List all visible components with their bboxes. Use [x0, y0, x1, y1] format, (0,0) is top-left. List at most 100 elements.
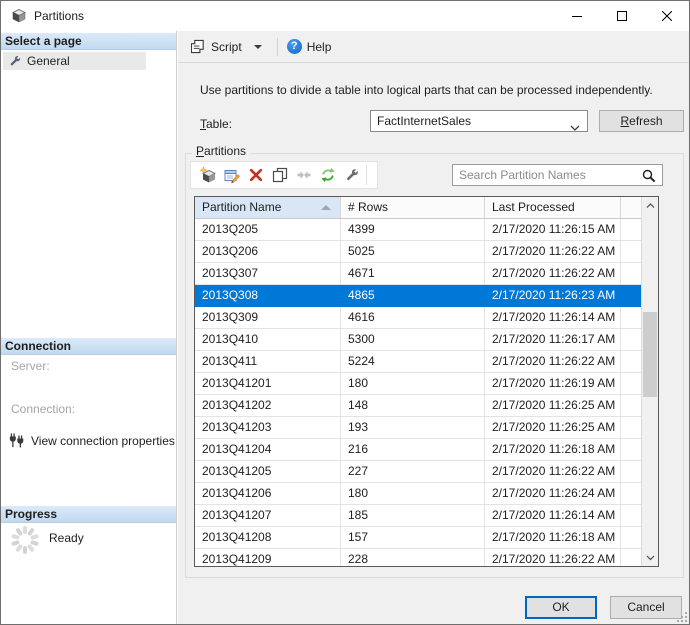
- minimize-button[interactable]: [554, 1, 599, 30]
- script-icon: [191, 39, 206, 54]
- cell-last-processed: 2/17/2020 11:26:18 AM: [485, 439, 621, 461]
- cell-blank: [621, 505, 641, 527]
- cell-last-processed: 2/17/2020 11:26:14 AM: [485, 307, 621, 329]
- sidebar-item-general[interactable]: General: [3, 52, 146, 70]
- table-row[interactable]: 2013Q412071852/17/2020 11:26:14 AM: [195, 505, 641, 527]
- table-row[interactable]: 2013Q30848652/17/2020 11:26:23 AM: [195, 285, 641, 307]
- delete-partition-button[interactable]: [244, 164, 268, 186]
- toolbar-separator: [366, 165, 367, 185]
- cell-partition-name: 2013Q411: [195, 351, 341, 373]
- table-row[interactable]: 2013Q412081572/17/2020 11:26:18 AM: [195, 527, 641, 549]
- sidebar-item-label: General: [27, 52, 70, 70]
- refresh-button[interactable]: Refresh: [599, 110, 684, 132]
- search-input[interactable]: [453, 165, 662, 185]
- cell-rows: 193: [341, 417, 485, 439]
- cell-blank: [621, 373, 641, 395]
- edit-partition-button[interactable]: [220, 164, 244, 186]
- wrench-icon: [8, 54, 22, 68]
- dialog-toolbar: Script ? Help: [178, 31, 689, 63]
- partitions-group-label: Partitions: [192, 144, 250, 158]
- cell-partition-name: 2013Q309: [195, 307, 341, 329]
- table-row[interactable]: 2013Q20543992/17/2020 11:26:15 AM: [195, 219, 641, 241]
- cell-last-processed: 2/17/2020 11:26:15 AM: [485, 219, 621, 241]
- main-panel: Script ? Help Use partitions to divide a…: [178, 31, 689, 624]
- maximize-button[interactable]: [599, 1, 644, 30]
- cell-last-processed: 2/17/2020 11:26:17 AM: [485, 329, 621, 351]
- table-row[interactable]: 2013Q30946162/17/2020 11:26:14 AM: [195, 307, 641, 329]
- cell-partition-name: 2013Q41207: [195, 505, 341, 527]
- table-row[interactable]: 2013Q412052272/17/2020 11:26:22 AM: [195, 461, 641, 483]
- cell-last-processed: 2/17/2020 11:26:22 AM: [485, 351, 621, 373]
- cell-last-processed: 2/17/2020 11:26:24 AM: [485, 483, 621, 505]
- plug-icon: [9, 433, 25, 448]
- table-row[interactable]: 2013Q412061802/17/2020 11:26:24 AM: [195, 483, 641, 505]
- table-row[interactable]: 2013Q412031932/17/2020 11:26:25 AM: [195, 417, 641, 439]
- vertical-scrollbar[interactable]: [641, 197, 658, 566]
- toolbar-separator: [277, 38, 278, 56]
- close-button[interactable]: [644, 1, 689, 30]
- search-box: [452, 164, 663, 186]
- cell-partition-name: 2013Q206: [195, 241, 341, 263]
- new-partition-icon: [200, 167, 217, 184]
- script-label: Script: [211, 40, 242, 54]
- sidebar: Select a page General Connection Server:…: [1, 31, 177, 624]
- window-title: Partitions: [34, 1, 84, 31]
- copy-partition-button[interactable]: [268, 164, 292, 186]
- scrollbar-thumb[interactable]: [643, 312, 657, 397]
- cell-last-processed: 2/17/2020 11:26:22 AM: [485, 461, 621, 483]
- scroll-up-button[interactable]: [642, 197, 658, 214]
- scroll-down-button[interactable]: [642, 549, 658, 566]
- search-icon: [641, 168, 657, 187]
- script-button[interactable]: Script: [187, 35, 246, 59]
- table-row[interactable]: 2013Q41053002/17/2020 11:26:17 AM: [195, 329, 641, 351]
- table-row[interactable]: 2013Q41152242/17/2020 11:26:22 AM: [195, 351, 641, 373]
- cell-last-processed: 2/17/2020 11:26:22 AM: [485, 263, 621, 285]
- cell-last-processed: 2/17/2020 11:26:22 AM: [485, 549, 621, 566]
- table-row[interactable]: 2013Q20650252/17/2020 11:26:22 AM: [195, 241, 641, 263]
- cell-last-processed: 2/17/2020 11:26:18 AM: [485, 527, 621, 549]
- cell-rows: 4616: [341, 307, 485, 329]
- new-partition-button[interactable]: [196, 164, 220, 186]
- merge-partitions-icon: [296, 167, 312, 183]
- column-header-blank: [621, 197, 641, 219]
- cell-rows: 5300: [341, 329, 485, 351]
- cancel-button[interactable]: Cancel: [610, 596, 682, 619]
- help-label: Help: [307, 40, 332, 54]
- cell-rows: 228: [341, 549, 485, 566]
- script-dropdown-button[interactable]: [246, 35, 272, 59]
- cell-partition-name: 2013Q205: [195, 219, 341, 241]
- cell-partition-name: 2013Q41203: [195, 417, 341, 439]
- cell-partition-name: 2013Q307: [195, 263, 341, 285]
- table-row[interactable]: 2013Q30746712/17/2020 11:26:22 AM: [195, 263, 641, 285]
- titlebar[interactable]: Partitions: [1, 1, 689, 31]
- table-row[interactable]: 2013Q412011802/17/2020 11:26:19 AM: [195, 373, 641, 395]
- help-button[interactable]: ? Help: [283, 35, 336, 59]
- column-header-partition-name[interactable]: Partition Name: [195, 197, 341, 219]
- cell-rows: 4865: [341, 285, 485, 307]
- select-a-page-header: Select a page: [1, 33, 176, 50]
- table-row[interactable]: 2013Q412021482/17/2020 11:26:25 AM: [195, 395, 641, 417]
- cell-last-processed: 2/17/2020 11:26:23 AM: [485, 285, 621, 307]
- table-row[interactable]: 2013Q412042162/17/2020 11:26:18 AM: [195, 439, 641, 461]
- cell-blank: [621, 395, 641, 417]
- table-label: Table:: [200, 113, 232, 135]
- cell-last-processed: 2/17/2020 11:26:14 AM: [485, 505, 621, 527]
- table-row[interactable]: 2013Q412092282/17/2020 11:26:22 AM: [195, 549, 641, 566]
- chevron-down-icon: [254, 45, 262, 49]
- cell-rows: 4399: [341, 219, 485, 241]
- merge-partitions-button: [292, 164, 316, 186]
- cell-rows: 157: [341, 527, 485, 549]
- table-select[interactable]: FactInternetSales: [370, 110, 588, 132]
- partition-settings-button[interactable]: [340, 164, 364, 186]
- ok-button[interactable]: OK: [525, 596, 597, 619]
- view-connection-properties[interactable]: View connection properties: [9, 433, 175, 448]
- process-partition-button[interactable]: [316, 164, 340, 186]
- cell-blank: [621, 241, 641, 263]
- cell-partition-name: 2013Q41202: [195, 395, 341, 417]
- column-header-rows[interactable]: # Rows: [341, 197, 485, 219]
- help-question-icon: ?: [287, 39, 302, 54]
- column-header-last-processed[interactable]: Last Processed: [485, 197, 621, 219]
- resize-grip[interactable]: [675, 610, 687, 622]
- cell-blank: [621, 417, 641, 439]
- sort-ascending-icon: [321, 205, 331, 210]
